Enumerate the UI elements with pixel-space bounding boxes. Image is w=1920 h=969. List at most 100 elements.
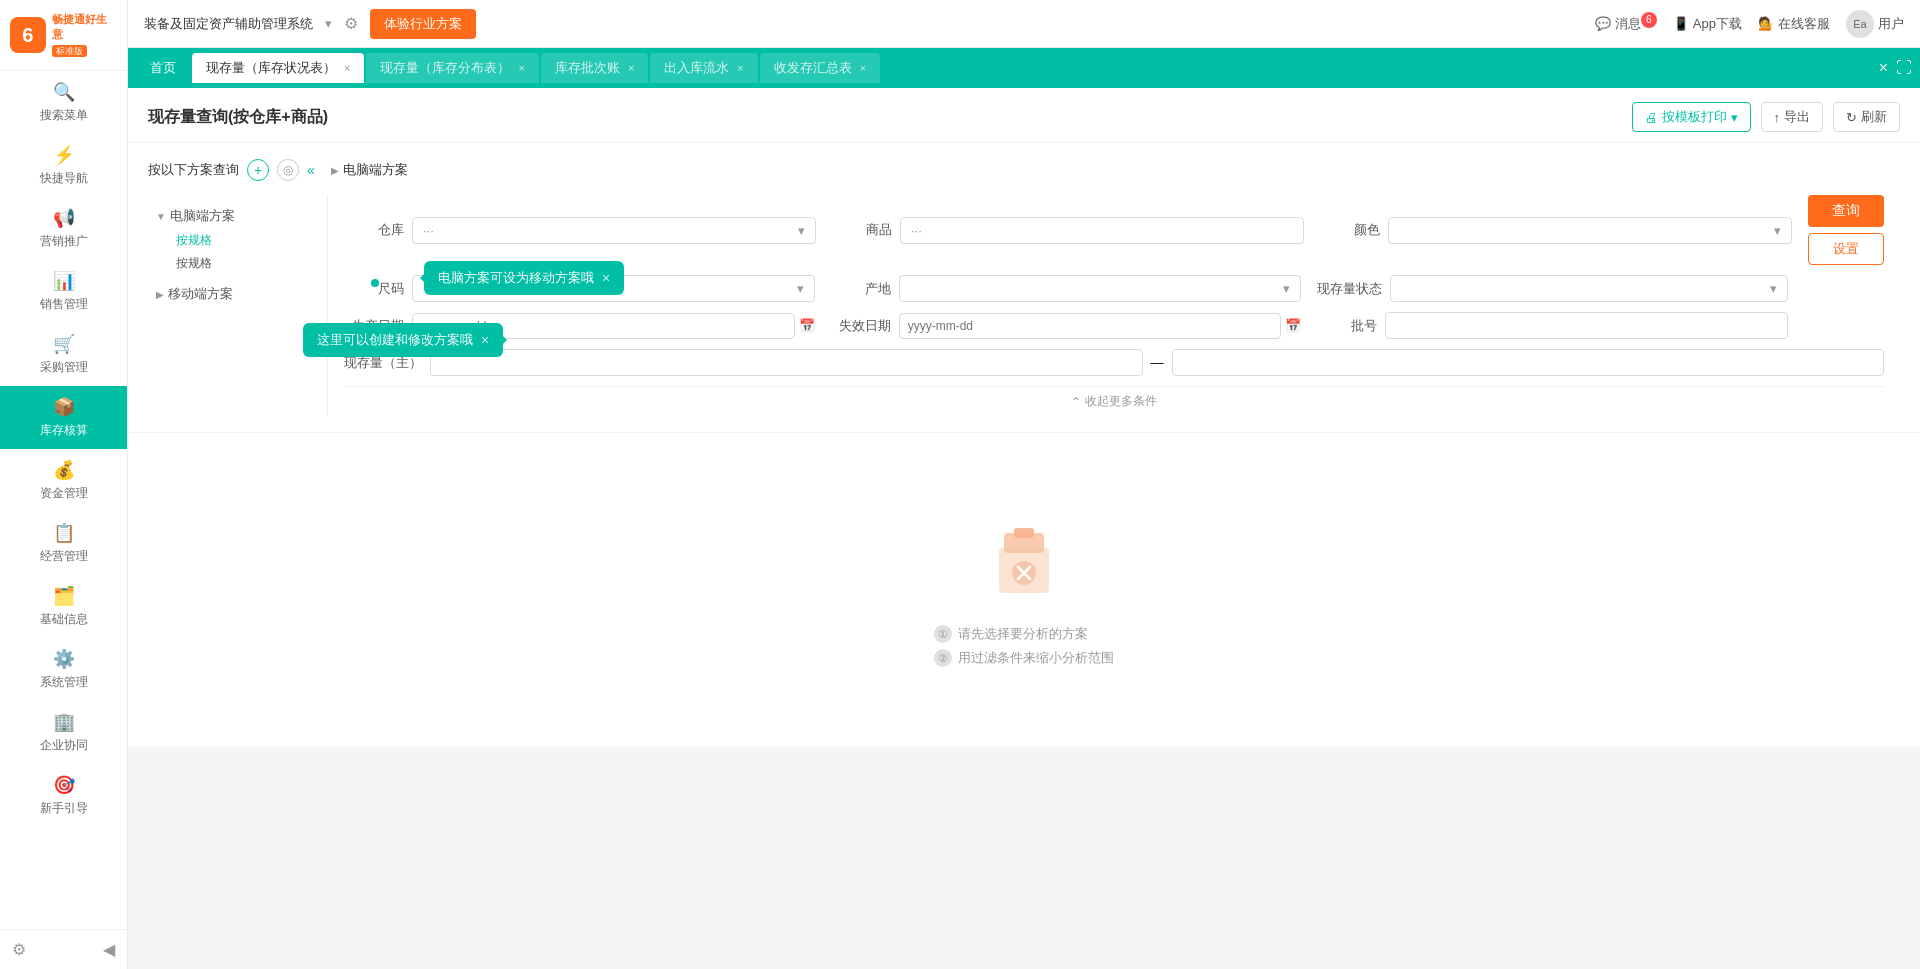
refresh-btn[interactable]: ↻ 刷新 xyxy=(1833,102,1900,132)
print-btn[interactable]: 🖨 按模板打印 ▾ xyxy=(1632,102,1751,132)
scheme-sub-item-1[interactable]: 按规格 xyxy=(168,229,327,252)
logo-icon: 6 xyxy=(10,17,46,53)
topbar-title: 装备及固定资产辅助管理系统 xyxy=(144,15,313,33)
app-download-label: App下载 xyxy=(1693,15,1742,33)
color-select[interactable]: ▾ xyxy=(1388,217,1792,244)
close-all-tabs-icon[interactable]: × xyxy=(1879,59,1888,77)
scheme-sub-list: 按规格 按规格 xyxy=(148,229,327,275)
support-icon: 💁 xyxy=(1758,16,1774,31)
goods-select[interactable]: ··· xyxy=(900,217,1304,244)
warehouse-chevron: ▾ xyxy=(798,223,805,238)
tab-receive-summary[interactable]: 收发存汇总表 × xyxy=(760,53,880,83)
app-download-item[interactable]: 📱 App下载 xyxy=(1673,15,1742,33)
filter-header: 按以下方案查询 + ◎ « ▶ 电脑端方案 xyxy=(148,159,1900,181)
sidebar-item-enterprise[interactable]: 🏢 企业协同 xyxy=(0,701,127,764)
tab-inout-flow[interactable]: 出入库流水 × xyxy=(650,53,757,83)
create-tooltip-close[interactable]: × xyxy=(481,332,489,348)
tab-inventory-dist-close[interactable]: × xyxy=(518,62,524,74)
user-label: 用户 xyxy=(1878,15,1904,33)
stock-qty-from[interactable] xyxy=(430,349,1143,376)
page-title: 现存量查询(按仓库+商品) xyxy=(148,107,328,128)
warehouse-label: 仓库 xyxy=(344,221,404,239)
settings-icon[interactable]: ⚙ xyxy=(12,940,26,959)
scheme-mobile-group-label: 移动端方案 xyxy=(168,285,233,303)
batch-label: 批号 xyxy=(1317,317,1377,335)
message-item[interactable]: 💬 消息 6 xyxy=(1595,15,1657,33)
origin-select[interactable]: ▾ xyxy=(899,275,1302,302)
tab-inventory-status-close[interactable]: × xyxy=(344,62,350,74)
tab-receive-summary-close[interactable]: × xyxy=(860,62,866,74)
empty-hint-1: ① 请先选择要分析的方案 xyxy=(934,625,1114,643)
export-btn[interactable]: ↑ 导出 xyxy=(1761,102,1824,132)
collapse-btn[interactable]: ⌃ 收起更多条件 xyxy=(344,386,1884,416)
sidebar-item-marketing[interactable]: 📢 营销推广 xyxy=(0,197,127,260)
sidebar-item-inventory[interactable]: 📦 库存核算 xyxy=(0,386,127,449)
svg-rect-2 xyxy=(1014,528,1034,538)
expand-icon[interactable]: ⛶ xyxy=(1896,59,1912,77)
tab-batch-ledger-close[interactable]: × xyxy=(628,62,634,74)
tab-home-label: 首页 xyxy=(150,59,176,77)
warehouse-select[interactable]: ··· ▾ xyxy=(412,217,816,244)
online-support-item[interactable]: 💁 在线客服 xyxy=(1758,15,1830,33)
color-label: 颜色 xyxy=(1320,221,1380,239)
sidebar-item-sales[interactable]: 📊 销售管理 xyxy=(0,260,127,323)
sidebar: 6 畅捷通好生意 标准版 🔍 搜索菜单 ⚡ 快捷导航 📢 营销推广 📊 销售管理… xyxy=(0,0,128,969)
guide-icon: 🎯 xyxy=(53,774,75,796)
tab-inout-flow-close[interactable]: × xyxy=(737,62,743,74)
stock-status-chevron: ▾ xyxy=(1770,281,1777,296)
scheme-mobile-group[interactable]: ▶ 移动端方案 xyxy=(148,281,327,307)
topbar-left: 装备及固定资产辅助管理系统 ▾ ⚙ 体验行业方案 xyxy=(144,9,476,39)
collapse-label: 收起更多条件 xyxy=(1085,393,1157,410)
sidebar-item-operations[interactable]: 📋 经营管理 xyxy=(0,512,127,575)
size-chevron: ▾ xyxy=(797,281,804,296)
scheme-tooltip-close[interactable]: × xyxy=(602,270,610,286)
set-btn[interactable]: 设置 xyxy=(1808,233,1884,265)
logo-text: 畅捷通好生意 标准版 xyxy=(52,12,117,58)
quick-nav-icon: ⚡ xyxy=(53,144,75,166)
tab-batch-ledger[interactable]: 库存批次账 × xyxy=(541,53,648,83)
collapse-icon[interactable]: ◀ xyxy=(103,940,115,959)
tab-home[interactable]: 首页 xyxy=(136,53,190,83)
tab-inventory-dist[interactable]: 现存量（库存分布表） × xyxy=(366,53,538,83)
print-dropdown-icon[interactable]: ▾ xyxy=(1731,110,1738,125)
expire-date-cal-icon[interactable]: 📅 xyxy=(1285,318,1301,333)
batch-input[interactable] xyxy=(1385,312,1788,339)
topbar-dropdown-arrow[interactable]: ▾ xyxy=(325,16,332,31)
user-item[interactable]: Ea 用户 xyxy=(1846,10,1904,38)
empty-hint-1-label: 请先选择要分析的方案 xyxy=(958,625,1088,643)
stock-qty-to[interactable] xyxy=(1172,349,1885,376)
sidebar-item-guide[interactable]: 🎯 新手引导 xyxy=(0,764,127,827)
sidebar-item-quick-nav[interactable]: ⚡ 快捷导航 xyxy=(0,134,127,197)
tab-receive-summary-label: 收发存汇总表 xyxy=(774,59,852,77)
scheme-sub-item-2[interactable]: 按规格 xyxy=(168,252,327,275)
scheme-pc-item[interactable]: ▶ 电脑端方案 xyxy=(331,159,408,181)
filter-copy-btn[interactable]: ◎ xyxy=(277,159,299,181)
trial-btn[interactable]: 体验行业方案 xyxy=(370,9,476,39)
filter-add-btn[interactable]: + xyxy=(247,159,269,181)
expire-date-label: 失效日期 xyxy=(831,317,891,335)
produce-date-cal-icon[interactable]: 📅 xyxy=(799,318,815,333)
purchase-icon: 🛒 xyxy=(53,333,75,355)
sidebar-item-finance[interactable]: 💰 资金管理 xyxy=(0,449,127,512)
collapse-chevron-up-icon: ⌃ xyxy=(1071,395,1081,409)
filter-arrow-btn[interactable]: « xyxy=(307,162,315,178)
tab-actions: × ⛶ xyxy=(1879,59,1912,77)
expire-date-input[interactable] xyxy=(899,313,1282,339)
settings-gear-icon[interactable]: ⚙ xyxy=(344,14,358,33)
sidebar-label-basic: 基础信息 xyxy=(40,611,88,628)
empty-num-2: ② xyxy=(934,649,952,667)
origin-chevron: ▾ xyxy=(1283,281,1290,296)
scheme-pc-group[interactable]: ▼ 电脑端方案 xyxy=(148,203,327,229)
sidebar-item-system[interactable]: ⚙️ 系统管理 xyxy=(0,638,127,701)
sidebar-item-basic[interactable]: 🗂️ 基础信息 xyxy=(0,575,127,638)
tab-inventory-status[interactable]: 现存量（库存状况表） × xyxy=(192,53,364,83)
sidebar-item-search[interactable]: 🔍 搜索菜单 xyxy=(0,71,127,134)
sidebar-label-inventory: 库存核算 xyxy=(40,422,88,439)
scheme-pc-expand-icon: ▼ xyxy=(156,211,166,222)
search-btn[interactable]: 查询 xyxy=(1808,195,1884,227)
operations-icon: 📋 xyxy=(53,522,75,544)
filter-left-panel: ▼ 电脑端方案 按规格 按规格 ▶ 移动端方案 xyxy=(148,195,328,416)
stock-status-select[interactable]: ▾ xyxy=(1390,275,1788,302)
filter-area: 按以下方案查询 + ◎ « ▶ 电脑端方案 xyxy=(128,143,1920,433)
sidebar-item-purchase[interactable]: 🛒 采购管理 xyxy=(0,323,127,386)
